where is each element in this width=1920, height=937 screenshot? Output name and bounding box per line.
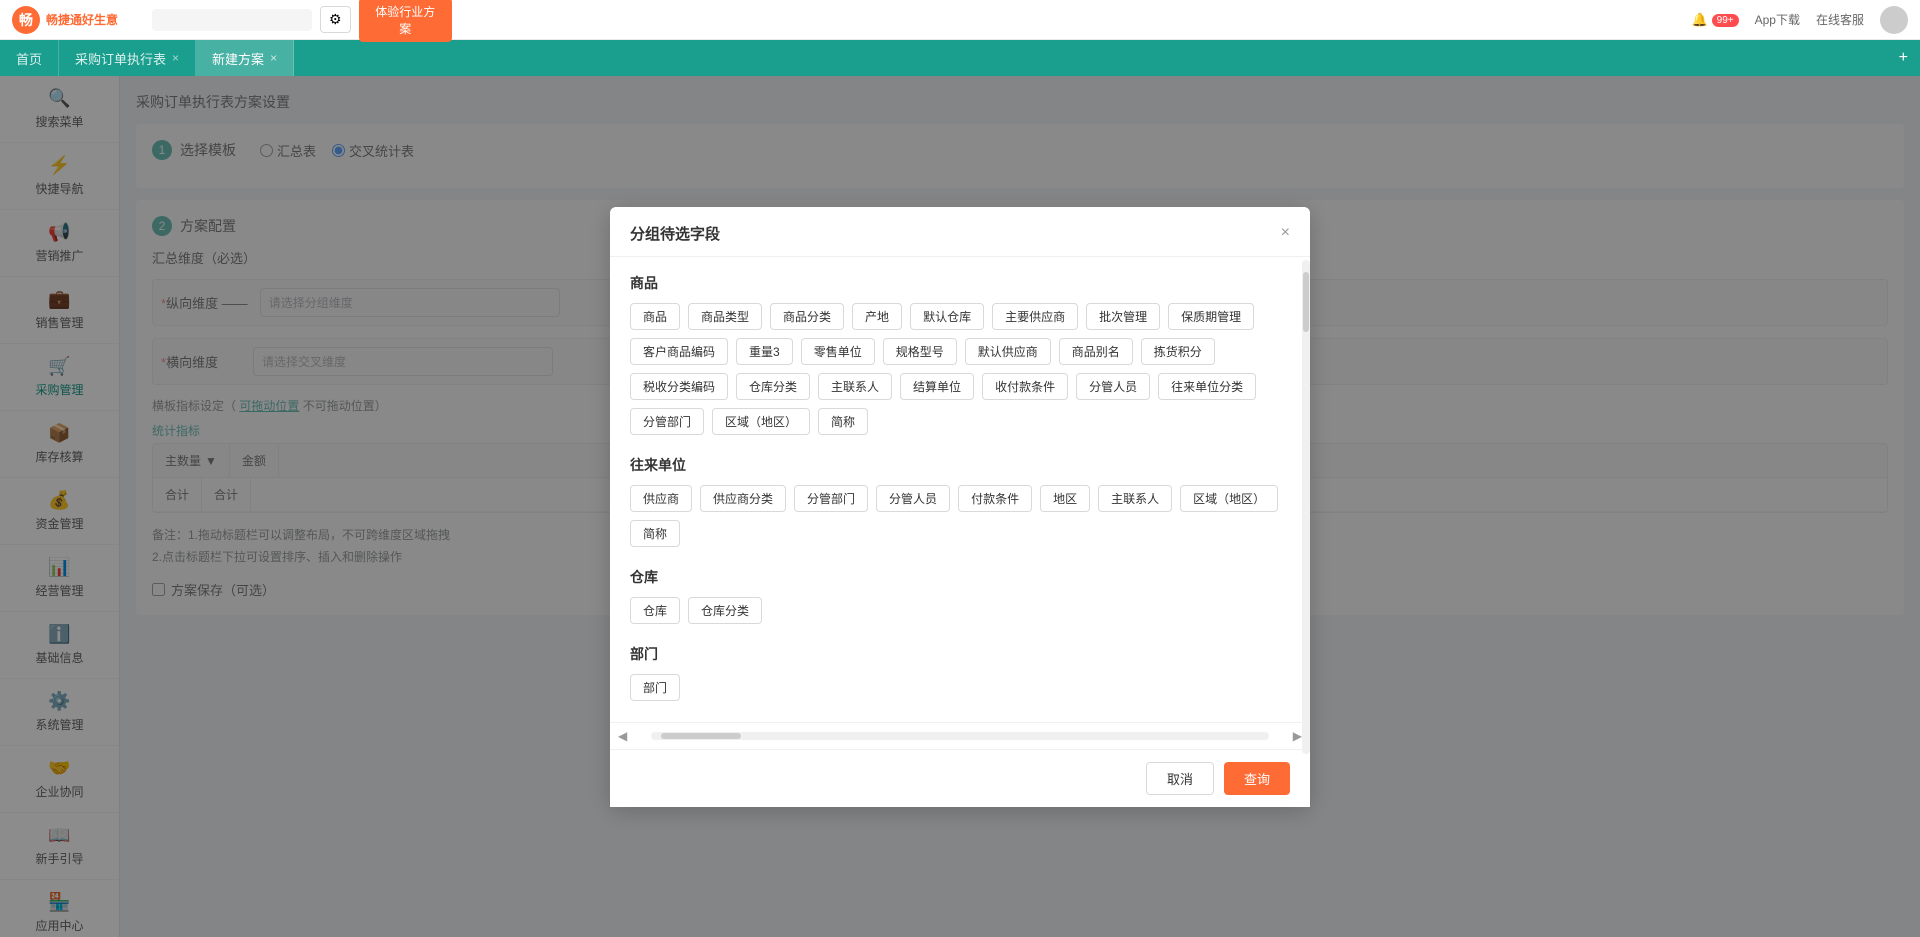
top-actions: 🔔 99+ App下载 在线客服 (1692, 6, 1908, 34)
tab-new-plan-close[interactable]: × (270, 51, 277, 65)
dialog-title: 分组待选字段 (630, 223, 720, 244)
tag-short-name-partner[interactable]: 简称 (630, 520, 680, 547)
tag-customer-code[interactable]: 客户商品编码 (630, 338, 728, 365)
section-warehouse: 仓库 仓库 仓库分类 (630, 567, 1290, 624)
top-search: ⚙ 体验行业方案 (152, 0, 452, 42)
h-scrollbar[interactable] (651, 732, 1269, 740)
section-warehouse-title: 仓库 (630, 567, 1290, 587)
dialog-footer: 取消 查询 (610, 749, 1310, 807)
tag-default-warehouse[interactable]: 默认仓库 (910, 303, 984, 330)
section-dept-title: 部门 (630, 644, 1290, 664)
search-input[interactable] (152, 9, 312, 31)
cancel-button[interactable]: 取消 (1146, 762, 1214, 795)
h-scroll-left[interactable]: ◀ (618, 729, 627, 743)
tab-purchase-list[interactable]: 采购订单执行表 × (59, 40, 196, 76)
tag-shelf-life[interactable]: 保质期管理 (1168, 303, 1254, 330)
h-scroll-container: ◀ ▶ (610, 722, 1310, 749)
modal-overlay: 分组待选字段 × 商品 商品 商品类型 商品分类 产地 默认仓库 主要供应商 批… (0, 76, 1920, 937)
tag-origin[interactable]: 产地 (852, 303, 902, 330)
h-scroll-right[interactable]: ▶ (1293, 729, 1302, 743)
tag-warehouse[interactable]: 仓库 (630, 597, 680, 624)
tag-pick-points[interactable]: 拣货积分 (1141, 338, 1215, 365)
tag-warehouse-cat[interactable]: 仓库分类 (688, 597, 762, 624)
top-bar: 畅 畅捷通好生意 ⚙ 体验行业方案 🔔 99+ App下载 在线客服 (0, 0, 1920, 40)
warehouse-tags: 仓库 仓库分类 (630, 597, 1290, 624)
logo-icon: 畅 (12, 6, 40, 34)
tab-home-label: 首页 (16, 49, 42, 68)
tab-new-plan-label: 新建方案 (212, 49, 264, 68)
tag-goods[interactable]: 商品 (630, 303, 680, 330)
tag-main-supplier[interactable]: 主要供应商 (992, 303, 1078, 330)
dialog-body: 商品 商品 商品类型 商品分类 产地 默认仓库 主要供应商 批次管理 保质期管理… (610, 257, 1310, 722)
tag-region-partner[interactable]: 地区 (1040, 485, 1090, 512)
tag-goods-alias[interactable]: 商品别名 (1059, 338, 1133, 365)
tag-weight[interactable]: 重量3 (736, 338, 793, 365)
v-scrollbar[interactable] (1302, 260, 1310, 754)
tab-purchase-list-label: 采购订单执行表 (75, 49, 166, 68)
tab-new-plan[interactable]: 新建方案 × (196, 40, 294, 76)
tag-tax-code[interactable]: 税收分类编码 (630, 373, 728, 400)
section-dept: 部门 部门 (630, 644, 1290, 701)
confirm-button[interactable]: 查询 (1224, 762, 1290, 795)
tag-region-goods[interactable]: 区域（地区） (712, 408, 810, 435)
tag-retail-unit[interactable]: 零售单位 (801, 338, 875, 365)
section-partner-title: 往来单位 (630, 455, 1290, 475)
section-goods: 商品 商品 商品类型 商品分类 产地 默认仓库 主要供应商 批次管理 保质期管理… (630, 273, 1290, 435)
tag-short-name-goods[interactable]: 简称 (818, 408, 868, 435)
goods-tags: 商品 商品类型 商品分类 产地 默认仓库 主要供应商 批次管理 保质期管理 客户… (630, 303, 1290, 435)
tag-settlement-unit[interactable]: 结算单位 (900, 373, 974, 400)
tag-payment-cond[interactable]: 付款条件 (958, 485, 1032, 512)
experience-button[interactable]: 体验行业方案 (359, 0, 452, 42)
tag-dept[interactable]: 部门 (630, 674, 680, 701)
tag-goods-type[interactable]: 商品类型 (688, 303, 762, 330)
dialog-close-button[interactable]: × (1281, 224, 1290, 242)
tag-dept-partner[interactable]: 分管部门 (794, 485, 868, 512)
notification-badge: 99+ (1712, 14, 1739, 27)
tag-supervisor[interactable]: 分管人员 (1076, 373, 1150, 400)
tag-partner-category[interactable]: 往来单位分类 (1158, 373, 1256, 400)
tag-supplier-cat[interactable]: 供应商分类 (700, 485, 786, 512)
dept-tags: 部门 (630, 674, 1290, 701)
tag-dept-goods[interactable]: 分管部门 (630, 408, 704, 435)
tag-payment-terms[interactable]: 收付款条件 (982, 373, 1068, 400)
tag-spec-model[interactable]: 规格型号 (883, 338, 957, 365)
tab-home[interactable]: 首页 (0, 40, 59, 76)
v-scroll-thumb (1303, 272, 1309, 332)
gear-button[interactable]: ⚙ (320, 6, 351, 33)
tag-main-contact-partner[interactable]: 主联系人 (1098, 485, 1172, 512)
tag-main-contact[interactable]: 主联系人 (818, 373, 892, 400)
dialog-header: 分组待选字段 × (610, 207, 1310, 257)
logo-area: 畅 畅捷通好生意 (12, 6, 132, 34)
tag-area-partner[interactable]: 区域（地区） (1180, 485, 1278, 512)
avatar[interactable] (1880, 6, 1908, 34)
tag-warehouse-category[interactable]: 仓库分类 (736, 373, 810, 400)
tab-add[interactable]: + (1887, 49, 1920, 67)
tag-batch-mgmt[interactable]: 批次管理 (1086, 303, 1160, 330)
notification-area[interactable]: 🔔 99+ (1692, 12, 1739, 28)
h-scroll-thumb (661, 733, 741, 739)
tag-supplier[interactable]: 供应商 (630, 485, 692, 512)
tag-goods-category[interactable]: 商品分类 (770, 303, 844, 330)
logo-text: 畅捷通好生意 (46, 11, 118, 28)
tag-supervisor-partner[interactable]: 分管人员 (876, 485, 950, 512)
tab-purchase-close[interactable]: × (172, 51, 179, 65)
dialog: 分组待选字段 × 商品 商品 商品类型 商品分类 产地 默认仓库 主要供应商 批… (610, 207, 1310, 807)
app-download-link[interactable]: App下载 (1755, 11, 1800, 28)
section-partner: 往来单位 供应商 供应商分类 分管部门 分管人员 付款条件 地区 主联系人 区域… (630, 455, 1290, 547)
section-goods-title: 商品 (630, 273, 1290, 293)
tab-bar: 首页 采购订单执行表 × 新建方案 × + (0, 40, 1920, 76)
tag-default-supplier[interactable]: 默认供应商 (965, 338, 1051, 365)
partner-tags: 供应商 供应商分类 分管部门 分管人员 付款条件 地区 主联系人 区域（地区） … (630, 485, 1290, 547)
online-service-link[interactable]: 在线客服 (1816, 11, 1864, 28)
